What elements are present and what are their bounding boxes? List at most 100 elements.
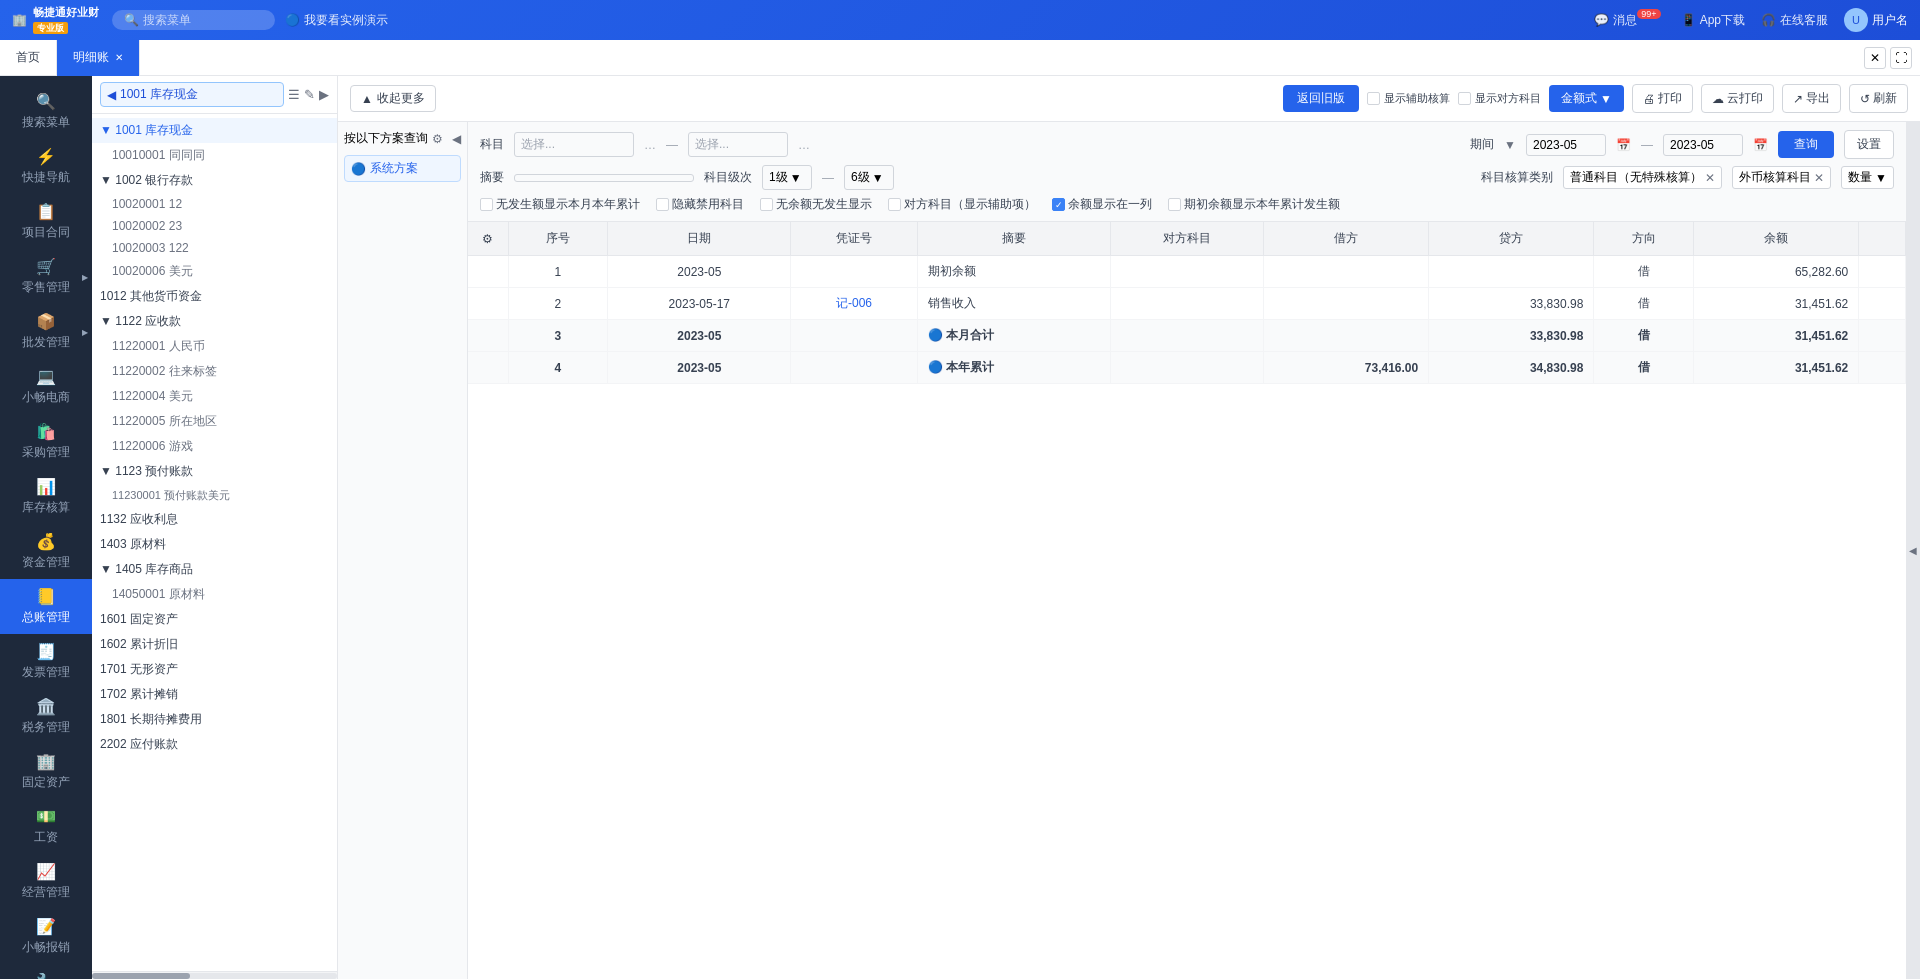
- query-btn[interactable]: 查询: [1778, 131, 1834, 158]
- period-end[interactable]: 2023-05: [1663, 134, 1743, 156]
- cb-balance-col[interactable]: ✓ 余额显示在一列: [1052, 196, 1152, 213]
- tab-close-icon[interactable]: ✕: [115, 52, 123, 63]
- tree-item-1132[interactable]: 1132 应收利息: [92, 507, 337, 532]
- tree-item-11220006[interactable]: 11220006 游戏: [92, 434, 337, 459]
- refresh-btn[interactable]: ↺ 刷新: [1849, 84, 1908, 113]
- tree-item-11220005[interactable]: 11220005 所在地区: [92, 409, 337, 434]
- tab-ledger[interactable]: 明细账 ✕: [57, 40, 140, 76]
- summary-input[interactable]: [514, 174, 694, 182]
- tree-item-1702[interactable]: 1702 累计摊销: [92, 682, 337, 707]
- tree-item-1403[interactable]: 1403 原材料: [92, 532, 337, 557]
- sidebar-item-fund[interactable]: 💰 资金管理: [0, 524, 92, 579]
- sidebar-item-tax[interactable]: 🏛️ 税务管理: [0, 689, 92, 744]
- cell-voucher-2[interactable]: 记-006: [791, 288, 918, 320]
- tree-item-10020001[interactable]: 10020001 12: [92, 193, 337, 215]
- settings-small-icon[interactable]: ⚙: [432, 132, 443, 146]
- sidebar-item-salary[interactable]: 💵 工资: [0, 799, 92, 854]
- tree-item-1801[interactable]: 1801 长期待摊费用: [92, 707, 337, 732]
- cloud-print-btn[interactable]: ☁ 云打印: [1701, 84, 1774, 113]
- sidebar-item-retail[interactable]: 🛒 零售管理 ▶: [0, 249, 92, 304]
- cell-gear-4[interactable]: [468, 352, 508, 384]
- tab-home[interactable]: 首页: [0, 40, 57, 76]
- tree-item-1012[interactable]: 1012 其他货币资金: [92, 284, 337, 309]
- sidebar-item-quick[interactable]: ⚡ 快捷导航: [0, 139, 92, 194]
- tree-item-14050001[interactable]: 14050001 原材料: [92, 582, 337, 607]
- right-collapse[interactable]: ◀: [1906, 122, 1920, 979]
- tree-item-10020002[interactable]: 10020002 23: [92, 215, 337, 237]
- dash3: —: [822, 171, 834, 185]
- sidebar-item-project[interactable]: 📋 项目合同: [0, 194, 92, 249]
- sidebar-item-purchase[interactable]: 🛍️ 采购管理: [0, 414, 92, 469]
- tree-item-11230001[interactable]: 11230001 预付账款美元: [92, 484, 337, 507]
- calendar-icon[interactable]: 📅: [1616, 138, 1631, 152]
- collapse-btn[interactable]: ▲ 收起更多: [350, 85, 436, 112]
- sidebar-item-fixed[interactable]: 🏢 固定资产: [0, 744, 92, 799]
- tree-item-2202[interactable]: 2202 应付账款: [92, 732, 337, 757]
- sidebar-item-ops[interactable]: 📈 经营管理: [0, 854, 92, 909]
- cb-period-balance[interactable]: 期初余额显示本年累计发生额: [1168, 196, 1340, 213]
- tree-item-11220002[interactable]: 11220002 往来标签: [92, 359, 337, 384]
- sidebar-item-ledger[interactable]: 📒 总账管理: [0, 579, 92, 634]
- tree-item-1601[interactable]: 1601 固定资产: [92, 607, 337, 632]
- cb-no-balance[interactable]: 无余额无发生显示: [760, 196, 872, 213]
- user-info[interactable]: U 用户名: [1844, 8, 1908, 32]
- subject-input-2[interactable]: 选择...: [688, 132, 788, 157]
- tree-item-10010001[interactable]: 10010001 同同同: [92, 143, 337, 168]
- tree-item-10020003[interactable]: 10020003 122: [92, 237, 337, 259]
- tag-close-1[interactable]: ✕: [1705, 171, 1715, 185]
- sidebar-item-basic[interactable]: 🔧 基础信息: [0, 964, 92, 979]
- tree-item-1001[interactable]: ▼ 1001 库存现金: [92, 118, 337, 143]
- calendar-icon2[interactable]: 📅: [1753, 138, 1768, 152]
- sidebar-item-wholesale[interactable]: 📦 批发管理 ▶: [0, 304, 92, 359]
- tree-item-1701[interactable]: 1701 无形资产: [92, 657, 337, 682]
- cell-gear-1[interactable]: [468, 256, 508, 288]
- show-aux-checkbox[interactable]: 显示辅助核算: [1367, 91, 1450, 106]
- show-contra-checkbox[interactable]: 显示对方科目: [1458, 91, 1541, 106]
- tree-item-11220004[interactable]: 11220004 美元: [92, 384, 337, 409]
- edit-icon[interactable]: ✎: [304, 87, 315, 102]
- top-search[interactable]: 🔍: [112, 10, 275, 30]
- sidebar-item-invoice[interactable]: 🧾 发票管理: [0, 634, 92, 689]
- cb-show-contra[interactable]: 对方科目（显示辅助项）: [888, 196, 1036, 213]
- tree-item-1122[interactable]: ▼ 1122 应收款: [92, 309, 337, 334]
- tree-item-1123[interactable]: ▼ 1123 预付账款: [92, 459, 337, 484]
- app-download-action[interactable]: 📱 App下载: [1681, 12, 1745, 29]
- search-input[interactable]: [143, 13, 263, 27]
- selected-account[interactable]: ◀ 1001 库存现金: [100, 82, 284, 107]
- tab-expand-btn[interactable]: ⛶: [1890, 47, 1912, 69]
- online-service-action[interactable]: 🎧 在线客服: [1761, 12, 1828, 29]
- sidebar-item-inventory[interactable]: 📊 库存核算: [0, 469, 92, 524]
- cb-hide-disabled[interactable]: 隐藏禁用科目: [656, 196, 744, 213]
- cell-gear-2[interactable]: [468, 288, 508, 320]
- tree-item-1002[interactable]: ▼ 1002 银行存款: [92, 168, 337, 193]
- sidebar-item-report[interactable]: 📝 小畅报销: [0, 909, 92, 964]
- cb-no-occur[interactable]: 无发生额显示本月本年累计: [480, 196, 640, 213]
- col-gear[interactable]: ⚙: [468, 222, 508, 256]
- tree-item-1405[interactable]: ▼ 1405 库存商品: [92, 557, 337, 582]
- period-start[interactable]: 2023-05: [1526, 134, 1606, 156]
- sidebar-item-search[interactable]: 🔍 搜索菜单: [0, 84, 92, 139]
- system-scheme[interactable]: 🔵 系统方案: [344, 155, 461, 182]
- scroll-bar[interactable]: [92, 971, 337, 979]
- export-btn[interactable]: ↗ 导出: [1782, 84, 1841, 113]
- tag-close-2[interactable]: ✕: [1814, 171, 1824, 185]
- level-to-select[interactable]: 6级 ▼: [844, 165, 894, 190]
- demo-link[interactable]: 🔵 我要看实例演示: [285, 12, 388, 29]
- print-btn[interactable]: 🖨 打印: [1632, 84, 1693, 113]
- cell-gear-3[interactable]: [468, 320, 508, 352]
- level-from-select[interactable]: 1级 ▼: [762, 165, 812, 190]
- message-action[interactable]: 💬 消息 99+: [1594, 12, 1664, 29]
- tree-item-1602[interactable]: 1602 累计折旧: [92, 632, 337, 657]
- subject-input[interactable]: 选择...: [514, 132, 634, 157]
- voucher-link[interactable]: 记-006: [836, 296, 872, 310]
- nav-arrow-icon[interactable]: ▶: [319, 87, 329, 102]
- return-old-btn[interactable]: 返回旧版: [1283, 85, 1359, 112]
- tree-item-11220001[interactable]: 11220001 人民币: [92, 334, 337, 359]
- tab-close-btn[interactable]: ✕: [1864, 47, 1886, 69]
- list-icon[interactable]: ☰: [288, 87, 300, 102]
- setting-btn[interactable]: 设置: [1844, 130, 1894, 159]
- sidebar-item-ecom[interactable]: 💻 小畅电商: [0, 359, 92, 414]
- tree-item-10020006[interactable]: 10020006 美元: [92, 259, 337, 284]
- collapse-left-icon[interactable]: ◀: [452, 132, 461, 146]
- style-btn[interactable]: 金额式 ▼: [1549, 85, 1624, 112]
